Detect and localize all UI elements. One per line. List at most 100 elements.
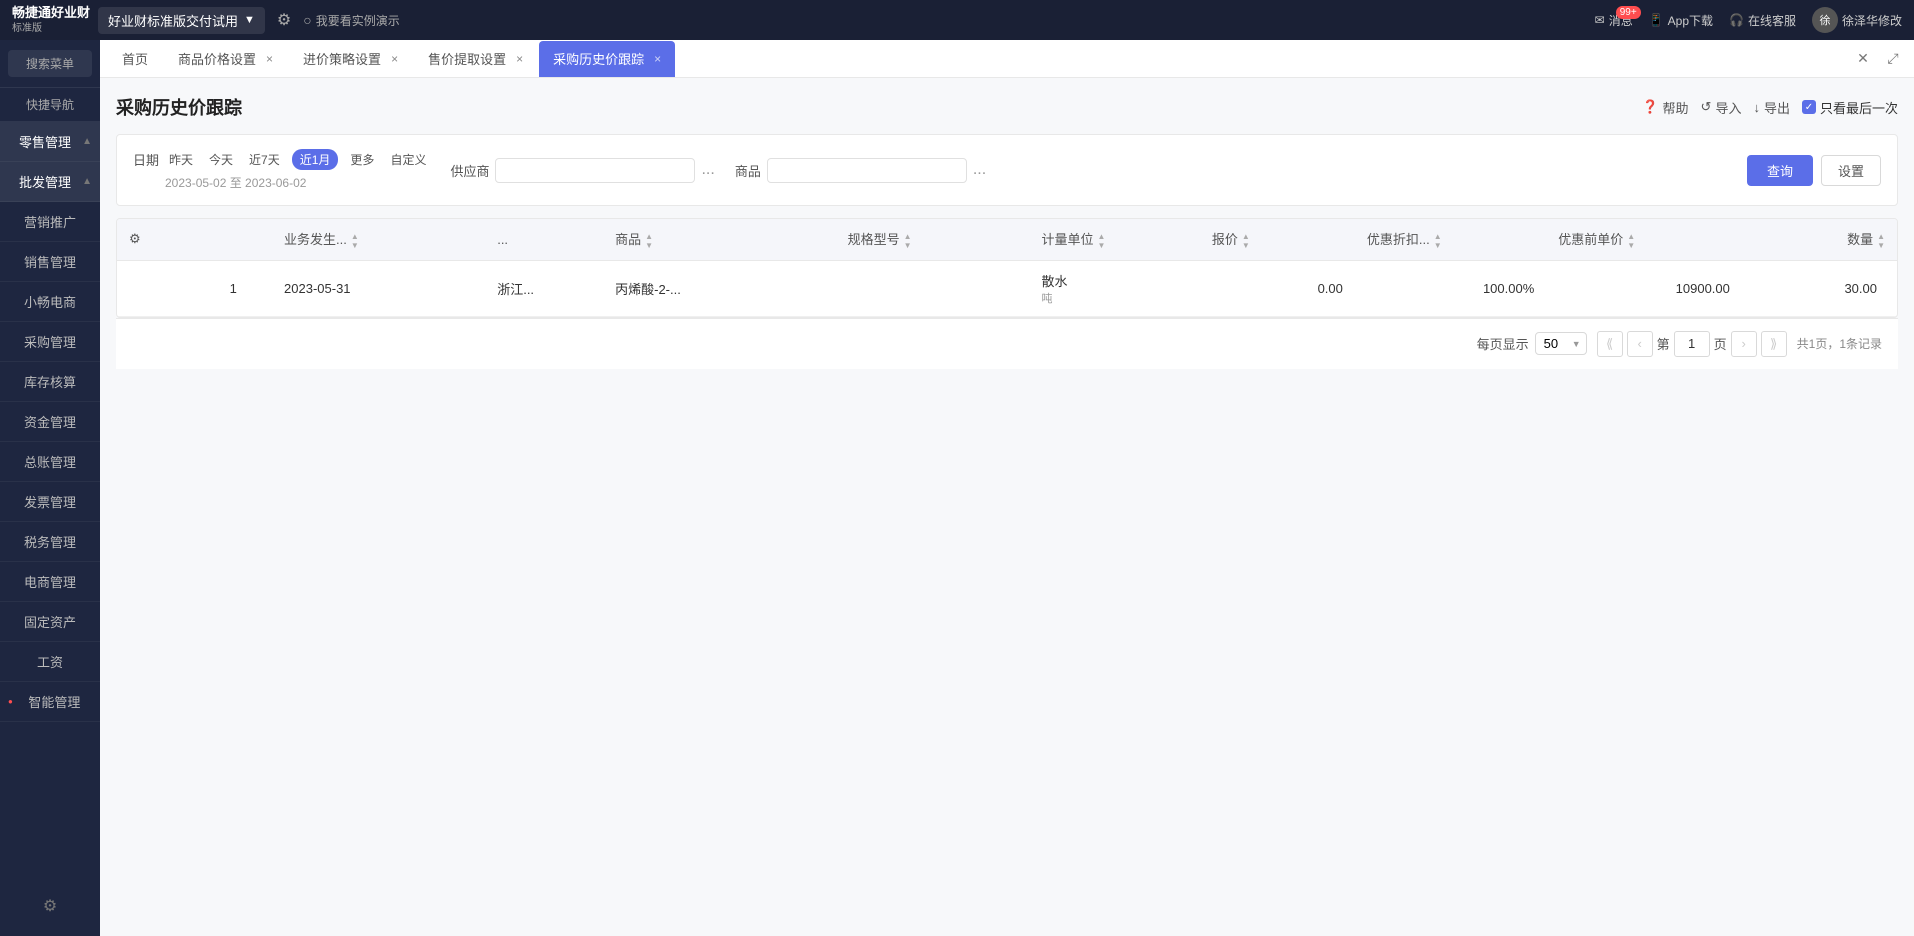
tab-controls: ✕ ⤢ <box>1850 46 1906 72</box>
tab-sale-price[interactable]: 售价提取设置 × <box>414 41 537 77</box>
date-option-custom[interactable]: 自定义 <box>386 149 430 170</box>
date-option-yesterday[interactable]: 昨天 <box>165 149 197 170</box>
sidebar-label-sales: 销售管理 <box>8 252 92 271</box>
row-unit: 散水吨 <box>1029 260 1199 316</box>
demo-link[interactable]: ○ 我要看实例演示 <box>303 12 399 29</box>
tab-purchase-history-label: 采购历史价跟踪 <box>553 49 644 68</box>
sort-icon-unit: ▲▼ <box>1097 232 1105 250</box>
tab-close-icon-2[interactable]: × <box>391 52 398 66</box>
import-label: 导入 <box>1715 98 1741 117</box>
th-date[interactable]: 业务发生...▲▼ <box>272 219 485 260</box>
table-header-row: ⚙ 业务发生...▲▼ ... 商品▲▼ 规格型号▲▼ <box>117 219 1897 260</box>
sidebar-item-invoice[interactable]: 发票管理 <box>0 482 100 522</box>
sidebar-search-area: 搜索菜单 <box>0 40 100 88</box>
sidebar-label-fixed-assets: 固定资产 <box>8 612 92 631</box>
sidebar-item-purchase[interactable]: 采购管理 <box>0 322 100 362</box>
checkbox-checked-icon: ✓ <box>1802 100 1816 114</box>
filter-bar: 日期 昨天 今天 近7天 近1月 更多 自定义 2023-05-02 <box>116 134 1898 206</box>
sidebar-shortcut[interactable]: 快捷导航 <box>0 88 100 122</box>
sidebar-label-payroll: 工资 <box>8 652 92 671</box>
sidebar-item-finance[interactable]: 资金管理 <box>0 402 100 442</box>
sidebar-item-inventory[interactable]: 库存核算 <box>0 362 100 402</box>
first-page-btn[interactable]: ⟪ <box>1597 331 1623 357</box>
sidebar-item-sales[interactable]: 销售管理 <box>0 242 100 282</box>
date-option-1month[interactable]: 近1月 <box>292 149 339 170</box>
page-input[interactable] <box>1674 331 1710 357</box>
sidebar-item-general-ledger[interactable]: 总账管理 <box>0 442 100 482</box>
sidebar-item-ecommerce-small[interactable]: 小畅电商 <box>0 282 100 322</box>
supplier-more-btn[interactable]: ... <box>701 161 714 179</box>
sort-icon-discount: ▲▼ <box>1434 232 1442 250</box>
sidebar-item-tax[interactable]: 税务管理 <box>0 522 100 562</box>
page-label: 第 <box>1657 334 1670 353</box>
supplier-input[interactable] <box>495 158 695 183</box>
th-gear[interactable]: ⚙ <box>117 219 195 260</box>
sidebar-item-payroll[interactable]: 工资 <box>0 642 100 682</box>
online-service-btn[interactable]: 🎧 在线客服 <box>1729 12 1796 29</box>
sidebar-item-smart[interactable]: ● 智能管理 <box>0 682 100 722</box>
sidebar-item-ecommerce[interactable]: 电商管理 <box>0 562 100 602</box>
query-button[interactable]: 查询 <box>1747 155 1813 186</box>
sidebar-gear-btn[interactable]: ⚙ <box>0 886 100 926</box>
search-menu-btn[interactable]: 搜索菜单 <box>8 50 92 77</box>
page-content: 采购历史价跟踪 ❓ 帮助 ↺ 导入 ↓ 导出 ✓ <box>100 78 1914 936</box>
chevron-up-icon-2: ▲ <box>82 176 92 187</box>
export-label: 导出 <box>1764 98 1790 117</box>
settings-icon[interactable]: ⚙ <box>273 6 295 34</box>
date-option-more[interactable]: 更多 <box>346 149 378 170</box>
import-btn[interactable]: ↺ 导入 <box>1701 98 1742 117</box>
tab-purchase-history[interactable]: 采购历史价跟踪 × <box>539 41 675 77</box>
demo-link-text: 我要看实例演示 <box>316 12 400 29</box>
date-option-7days[interactable]: 近7天 <box>245 149 284 170</box>
sidebar-item-fixed-assets[interactable]: 固定资产 <box>0 602 100 642</box>
sidebar-item-retail[interactable]: 零售管理 ▲ <box>0 122 100 162</box>
app-download-btn[interactable]: 📱 App下载 <box>1649 12 1713 29</box>
tab-product-price[interactable]: 商品价格设置 × <box>164 41 287 77</box>
tab-expand-btn[interactable]: ⤢ <box>1880 46 1906 72</box>
th-discount[interactable]: 优惠折扣...▲▼ <box>1355 219 1546 260</box>
supplier-filter: 供应商 ... <box>450 158 714 183</box>
user-info[interactable]: 徐 徐泽华修改 <box>1812 7 1902 33</box>
th-product[interactable]: 商品▲▼ <box>603 219 836 260</box>
th-unit[interactable]: 计量单位▲▼ <box>1029 219 1199 260</box>
setting-button[interactable]: 设置 <box>1821 155 1881 186</box>
per-page-select[interactable]: 20 50 100 200 <box>1535 332 1587 355</box>
tab-home[interactable]: 首页 <box>108 41 162 77</box>
date-option-today[interactable]: 今天 <box>205 149 237 170</box>
sidebar-item-marketing[interactable]: 营销推广 <box>0 202 100 242</box>
last-page-btn[interactable]: ⟫ <box>1761 331 1787 357</box>
headset-icon: 🎧 <box>1729 13 1744 27</box>
help-btn[interactable]: ❓ 帮助 <box>1642 98 1688 117</box>
th-spec[interactable]: 规格型号▲▼ <box>836 219 1030 260</box>
page-suffix: 页 <box>1714 334 1727 353</box>
row-spec <box>836 260 1030 316</box>
page-total: 共1页，1条记录 <box>1797 335 1882 352</box>
export-btn[interactable]: ↓ 导出 <box>1753 98 1790 117</box>
only-last-checkbox[interactable]: ✓ 只看最后一次 <box>1802 98 1898 117</box>
sidebar-label-general-ledger: 总账管理 <box>8 452 92 471</box>
th-more[interactable]: ... <box>485 219 603 260</box>
product-input[interactable] <box>767 158 967 183</box>
main-layout: 搜索菜单 快捷导航 零售管理 ▲ 批发管理 ▲ 营销推广 销售管理 小畅电商 采… <box>0 40 1914 936</box>
product-more-btn[interactable]: ... <box>973 161 986 179</box>
page-header: 采购历史价跟踪 ❓ 帮助 ↺ 导入 ↓ 导出 ✓ <box>116 94 1898 120</box>
sort-icon-orig-price: ▲▼ <box>1627 232 1635 250</box>
filter-row: 日期 昨天 今天 近7天 近1月 更多 自定义 2023-05-02 <box>133 149 1881 191</box>
message-btn[interactable]: ✉ 消息 99+ <box>1595 12 1633 29</box>
product-selector[interactable]: 好业财标准版交付试用 ▼ <box>98 7 265 34</box>
th-price[interactable]: 报价▲▼ <box>1200 219 1355 260</box>
sidebar-item-wholesale[interactable]: 批发管理 ▲ <box>0 162 100 202</box>
tab-close-all-btn[interactable]: ✕ <box>1850 46 1876 72</box>
product-label: 商品 <box>735 161 761 180</box>
tab-close-icon[interactable]: × <box>266 52 273 66</box>
th-orig-price[interactable]: 优惠前单价▲▼ <box>1546 219 1742 260</box>
th-qty[interactable]: 数量▲▼ <box>1742 219 1897 260</box>
date-label: 日期 <box>133 150 159 169</box>
next-page-btn[interactable]: › <box>1731 331 1757 357</box>
tab-close-icon-3[interactable]: × <box>516 52 523 66</box>
tab-purchase-strategy[interactable]: 进价策略设置 × <box>289 41 412 77</box>
sort-icon-product: ▲▼ <box>645 232 653 250</box>
data-table-wrapper: ⚙ 业务发生...▲▼ ... 商品▲▼ 规格型号▲▼ <box>116 218 1898 318</box>
tab-close-icon-4[interactable]: × <box>654 52 661 66</box>
prev-page-btn[interactable]: ‹ <box>1627 331 1653 357</box>
